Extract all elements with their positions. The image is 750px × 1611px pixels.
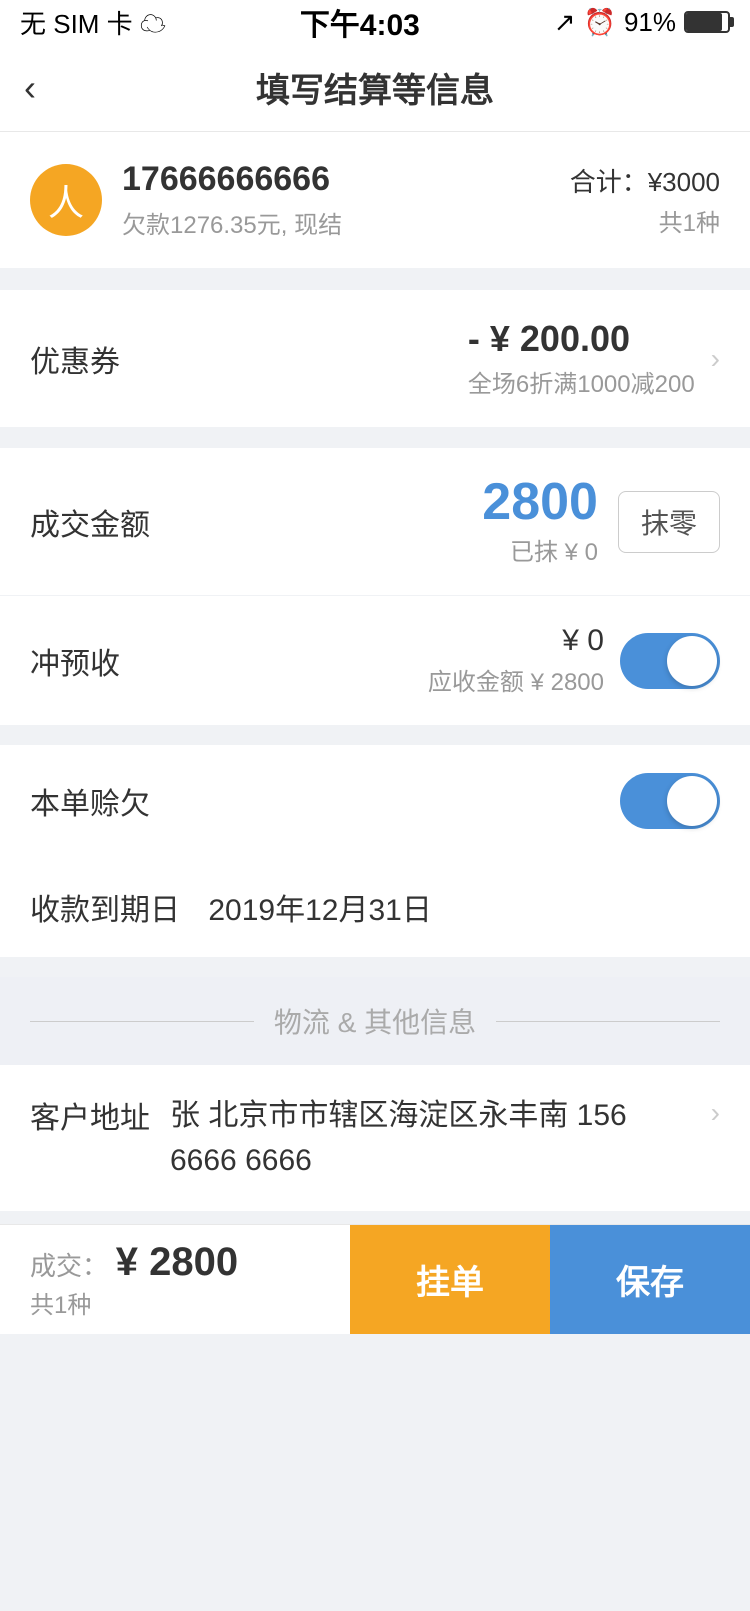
save-button[interactable]: 保存 (550, 1225, 750, 1334)
content-area: 人 17666666666 欠款1276.35元, 现结 合计：¥3000 共1… (0, 132, 750, 1611)
divider-3 (0, 725, 750, 745)
coupon-chevron: › (711, 343, 720, 375)
bottom-count: 共1种 (30, 1285, 320, 1320)
total-count: 共1种 (570, 203, 720, 238)
coupon-value: - ¥ 200.00 (468, 318, 695, 360)
customer-debt: 欠款1276.35元, 现结 (122, 205, 342, 240)
address-row[interactable]: 客户地址 张 北京市市辖区海淀区永丰南 156 6666 6666 › (0, 1065, 750, 1211)
sim-label: 无 SIM 卡 ☁ (20, 4, 166, 41)
page-title: 填写结算等信息 (256, 63, 494, 112)
battery-percent: 91% (624, 7, 676, 38)
status-bar: 无 SIM 卡 ☁ 下午4:03 ↗ ⏰ 91% (0, 0, 750, 44)
divider-4 (0, 957, 750, 977)
chong-toggle[interactable] (620, 633, 720, 689)
battery-icon (684, 11, 730, 33)
deal-amount-label: 成交金额 (30, 500, 150, 544)
customer-phone: 17666666666 (122, 160, 342, 199)
deal-amount-sub: 已抹 ¥ 0 (482, 532, 598, 567)
customer-card: 人 17666666666 欠款1276.35元, 现结 合计：¥3000 共1… (0, 132, 750, 268)
status-right: ↗ ⏰ 91% (554, 7, 730, 38)
nav-bar: ‹ 填写结算等信息 (0, 44, 750, 132)
order-debt-label: 本单赊欠 (30, 779, 150, 823)
chong-sub: 应收金额 ¥ 2800 (428, 662, 604, 697)
due-date-row: 收款到期日 2019年12月31日 (0, 857, 750, 957)
coupon-sub: 全场6折满1000减200 (468, 364, 695, 399)
toggle-knob-2 (667, 776, 717, 826)
chong-precollect-row: 冲预收 ¥ 0 应收金额 ¥ 2800 (0, 596, 750, 725)
logistics-line-right (496, 1021, 720, 1022)
customer-total: 合计：¥3000 共1种 (570, 162, 720, 238)
bottom-total-section: 成交： ¥ 2800 共1种 (0, 1225, 350, 1334)
due-date-value: 2019年12月31日 (208, 894, 431, 927)
address-label: 客户地址 (30, 1093, 150, 1137)
logistics-label: 物流 & 其他信息 (274, 1001, 476, 1041)
chong-amount: ¥ 0 (428, 624, 604, 658)
due-date-label: 收款到期日 2019年12月31日 (30, 885, 432, 929)
avatar: 人 (30, 164, 102, 236)
back-button[interactable]: ‹ (24, 67, 36, 109)
divider-1 (0, 270, 750, 290)
bottom-deal-amount: ¥ 2800 (116, 1240, 238, 1284)
location-icon: ↗ (554, 7, 576, 38)
address-value: 张 北京市市辖区海淀区永丰南 156 6666 6666 (170, 1093, 691, 1183)
logistics-line-left (30, 1021, 254, 1022)
order-debt-row: 本单赊欠 (0, 745, 750, 857)
toggle-knob (667, 636, 717, 686)
bottom-bar: 成交： ¥ 2800 共1种 挂单 保存 (0, 1224, 750, 1334)
logistics-section: 物流 & 其他信息 (0, 977, 750, 1065)
divider-2 (0, 428, 750, 448)
chong-label: 冲预收 (30, 639, 120, 683)
status-time: 下午4:03 (300, 0, 420, 44)
round-button[interactable]: 抹零 (618, 491, 720, 553)
coupon-row[interactable]: 优惠券 - ¥ 200.00 全场6折满1000减200 › (0, 290, 750, 428)
order-debt-toggle[interactable] (620, 773, 720, 829)
total-label: 合计：¥3000 (570, 162, 720, 199)
hang-button[interactable]: 挂单 (350, 1225, 550, 1334)
deal-amount-row: 成交金额 2800 已抹 ¥ 0 抹零 (0, 448, 750, 596)
coupon-label: 优惠券 (30, 337, 120, 381)
address-chevron: › (711, 1097, 720, 1129)
bottom-deal-label: 成交： (30, 1251, 108, 1281)
status-left: 无 SIM 卡 ☁ (20, 4, 166, 41)
deal-amount-number: 2800 (482, 476, 598, 528)
alarm-icon: ⏰ (584, 7, 616, 38)
